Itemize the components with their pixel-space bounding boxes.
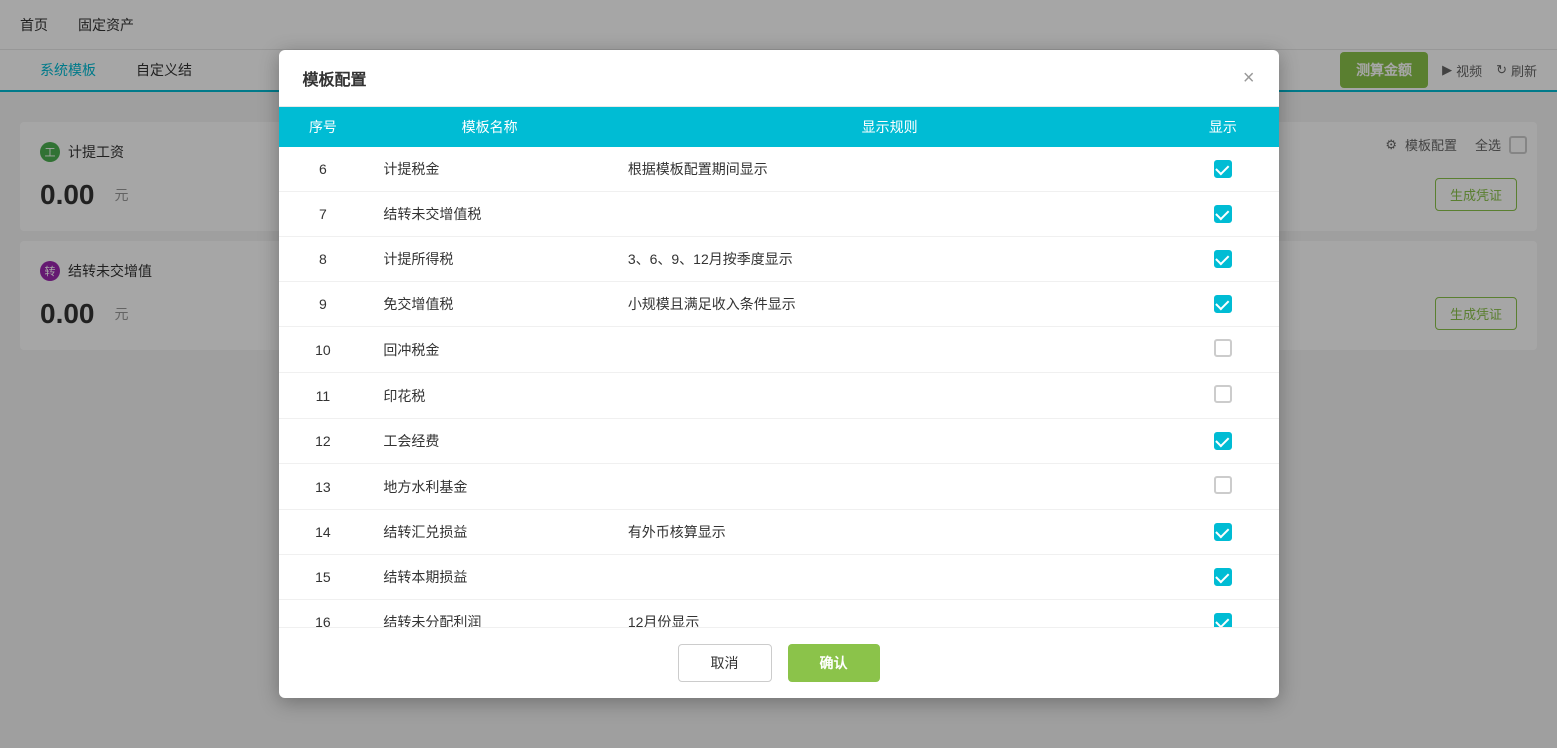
table-row: 14结转汇兑损益有外币核算显示 — [279, 510, 1279, 555]
template-config-modal: 模板配置 × 序号 模板名称 显示规则 显示 6计提税金根据模板配置期间显示7结… — [279, 50, 1279, 698]
cell-rule — [612, 555, 1168, 600]
row-14-checkbox[interactable] — [1214, 523, 1232, 541]
cell-checkbox — [1167, 600, 1278, 628]
cell-index: 15 — [279, 555, 368, 600]
cell-index: 14 — [279, 510, 368, 555]
row-10-checkbox[interactable] — [1214, 339, 1232, 357]
cell-name: 免交增值税 — [367, 282, 611, 327]
cell-index: 7 — [279, 192, 368, 237]
cell-rule: 小规模且满足收入条件显示 — [612, 282, 1168, 327]
row-8-checkbox[interactable] — [1214, 250, 1232, 268]
table-row: 13地方水利基金 — [279, 464, 1279, 510]
cell-name: 回冲税金 — [367, 327, 611, 373]
th-name: 模板名称 — [367, 107, 611, 147]
modal-title: 模板配置 — [303, 66, 367, 90]
cell-rule: 有外币核算显示 — [612, 510, 1168, 555]
table-row: 7结转未交增值税 — [279, 192, 1279, 237]
cell-name: 计提所得税 — [367, 237, 611, 282]
cell-name: 地方水利基金 — [367, 464, 611, 510]
cell-name: 结转本期损益 — [367, 555, 611, 600]
table-row: 11印花税 — [279, 373, 1279, 419]
row-7-checkbox[interactable] — [1214, 205, 1232, 223]
cell-checkbox — [1167, 237, 1278, 282]
row-9-checkbox[interactable] — [1214, 295, 1232, 313]
cell-rule — [612, 192, 1168, 237]
cell-checkbox — [1167, 464, 1278, 510]
cell-index: 13 — [279, 464, 368, 510]
th-rule: 显示规则 — [612, 107, 1168, 147]
row-6-checkbox[interactable] — [1214, 160, 1232, 178]
row-13-checkbox[interactable] — [1214, 476, 1232, 494]
cell-index: 6 — [279, 147, 368, 192]
table-row: 15结转本期损益 — [279, 555, 1279, 600]
table-row: 6计提税金根据模板配置期间显示 — [279, 147, 1279, 192]
cell-rule: 根据模板配置期间显示 — [612, 147, 1168, 192]
cell-checkbox — [1167, 555, 1278, 600]
table-row: 10回冲税金 — [279, 327, 1279, 373]
row-11-checkbox[interactable] — [1214, 385, 1232, 403]
modal-table: 序号 模板名称 显示规则 显示 6计提税金根据模板配置期间显示7结转未交增值税8… — [279, 107, 1279, 627]
cell-name: 结转未分配利润 — [367, 600, 611, 628]
modal-header: 模板配置 × — [279, 50, 1279, 107]
row-12-checkbox[interactable] — [1214, 432, 1232, 450]
cell-rule — [612, 373, 1168, 419]
cell-rule — [612, 327, 1168, 373]
cell-checkbox — [1167, 282, 1278, 327]
modal-table-scroll[interactable]: 序号 模板名称 显示规则 显示 6计提税金根据模板配置期间显示7结转未交增值税8… — [279, 107, 1279, 627]
cell-checkbox — [1167, 192, 1278, 237]
cell-name: 工会经费 — [367, 419, 611, 464]
cell-index: 16 — [279, 600, 368, 628]
row-16-checkbox[interactable] — [1214, 613, 1232, 627]
cell-checkbox — [1167, 510, 1278, 555]
modal-close-button[interactable]: × — [1243, 68, 1255, 88]
th-index: 序号 — [279, 107, 368, 147]
confirm-button[interactable]: 确认 — [788, 644, 880, 682]
cell-name: 印花税 — [367, 373, 611, 419]
row-15-checkbox[interactable] — [1214, 568, 1232, 586]
table-header-row: 序号 模板名称 显示规则 显示 — [279, 107, 1279, 147]
cancel-button[interactable]: 取消 — [678, 644, 772, 682]
table-row: 8计提所得税3、6、9、12月按季度显示 — [279, 237, 1279, 282]
cell-name: 结转未交增值税 — [367, 192, 611, 237]
th-display: 显示 — [1167, 107, 1278, 147]
cell-name: 计提税金 — [367, 147, 611, 192]
cell-checkbox — [1167, 419, 1278, 464]
cell-index: 10 — [279, 327, 368, 373]
modal-footer: 取消 确认 — [279, 627, 1279, 698]
cell-rule: 12月份显示 — [612, 600, 1168, 628]
cell-rule: 3、6、9、12月按季度显示 — [612, 237, 1168, 282]
cell-index: 8 — [279, 237, 368, 282]
cell-index: 12 — [279, 419, 368, 464]
cell-rule — [612, 419, 1168, 464]
table-row: 16结转未分配利润12月份显示 — [279, 600, 1279, 628]
cell-index: 11 — [279, 373, 368, 419]
table-row: 9免交增值税小规模且满足收入条件显示 — [279, 282, 1279, 327]
table-row: 12工会经费 — [279, 419, 1279, 464]
cell-rule — [612, 464, 1168, 510]
cell-checkbox — [1167, 327, 1278, 373]
cell-checkbox — [1167, 147, 1278, 192]
cell-index: 9 — [279, 282, 368, 327]
cell-checkbox — [1167, 373, 1278, 419]
cell-name: 结转汇兑损益 — [367, 510, 611, 555]
